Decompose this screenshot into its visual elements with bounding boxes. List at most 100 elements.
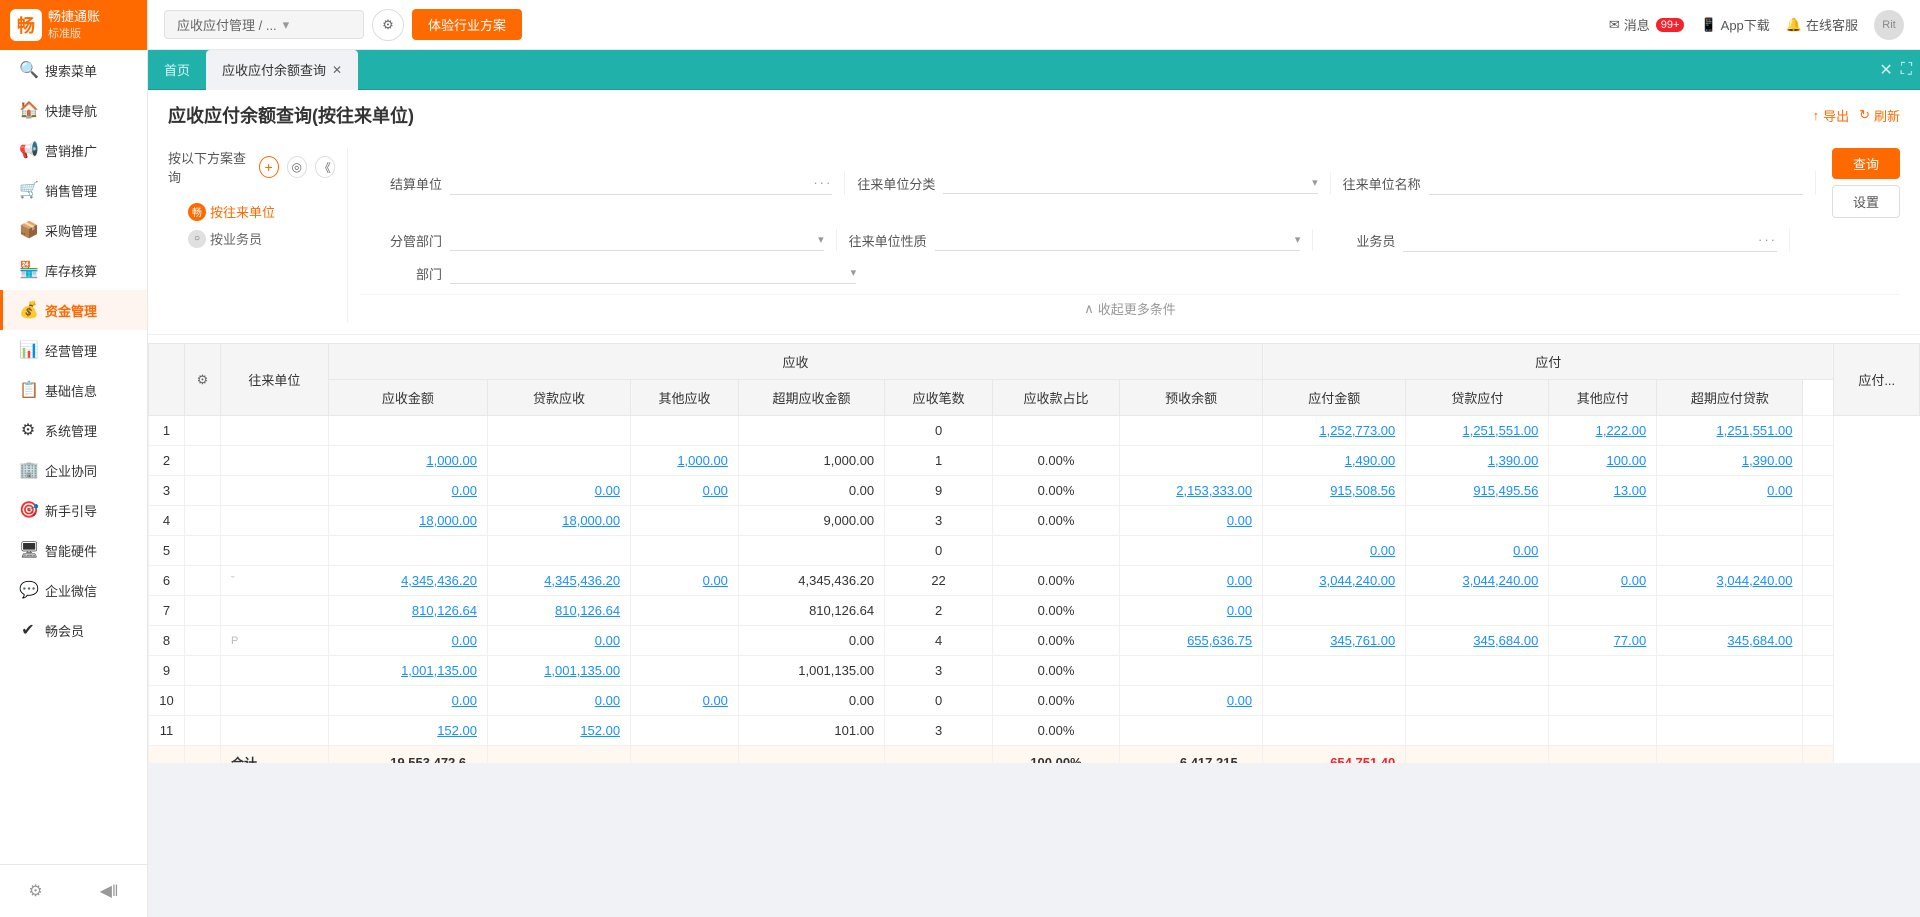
subdept-select[interactable]: ▾ bbox=[450, 262, 856, 284]
cell-receivable-amount[interactable] bbox=[328, 416, 487, 446]
cell-other-payable[interactable] bbox=[1549, 536, 1657, 566]
sidebar-bottom-collapse[interactable]: ◀‖ bbox=[90, 875, 129, 907]
collapse-more-button[interactable]: ∧ 收起更多条件 bbox=[360, 294, 1900, 322]
cell-loan-receivable[interactable]: 4,345,436.20 bbox=[487, 566, 630, 596]
cell-overdue-payable[interactable] bbox=[1657, 536, 1803, 566]
cell-other-receivable[interactable] bbox=[631, 536, 739, 566]
cell-overdue-payable[interactable]: 0.00 bbox=[1657, 476, 1803, 506]
cell-loan-payable[interactable]: 1,251,551.00 bbox=[1406, 416, 1549, 446]
sidebar-item-guide[interactable]: 🎯新手引导 bbox=[0, 490, 147, 530]
sidebar-item-quicknav[interactable]: 🏠快捷导航 bbox=[0, 90, 147, 130]
submenu-by-staff[interactable]: ○ 按业务员 bbox=[168, 225, 335, 252]
sidebar-item-sales[interactable]: 🛒销售管理 bbox=[0, 170, 147, 210]
settlement-unit-dots[interactable]: ··· bbox=[813, 175, 832, 190]
cell-other-receivable[interactable]: 0.00 bbox=[631, 686, 739, 716]
cell-overdue-payable[interactable] bbox=[1657, 596, 1803, 626]
export-button[interactable]: ↑ 导出 bbox=[1813, 106, 1850, 125]
cell-other-receivable[interactable] bbox=[631, 656, 739, 686]
cell-loan-payable[interactable]: 1,390.00 bbox=[1406, 446, 1549, 476]
cell-payable-amount[interactable] bbox=[1263, 656, 1406, 686]
setting-button[interactable]: 设置 bbox=[1832, 185, 1900, 218]
cell-other-payable[interactable] bbox=[1549, 716, 1657, 746]
sidebar-item-management[interactable]: 📊经营管理 bbox=[0, 330, 147, 370]
cell-loan-payable[interactable] bbox=[1406, 716, 1549, 746]
sidebar-item-system[interactable]: ⚙系统管理 bbox=[0, 410, 147, 450]
sidebar-item-corp[interactable]: 🏢企业协同 bbox=[0, 450, 147, 490]
cell-payable-amount[interactable]: 915,508.56 bbox=[1263, 476, 1406, 506]
cell-prepayment[interactable]: 2,153,333.00 bbox=[1120, 476, 1263, 506]
cell-prepayment[interactable] bbox=[1120, 536, 1263, 566]
cell-loan-receivable[interactable]: 0.00 bbox=[487, 686, 630, 716]
tab-maximize-icon[interactable]: ⛶ bbox=[1901, 61, 1912, 79]
cell-payable-amount[interactable]: 1,252,773.00 bbox=[1263, 416, 1406, 446]
refresh-button[interactable]: ↻ 刷新 bbox=[1859, 106, 1900, 125]
cell-other-receivable[interactable]: 1,000.00 bbox=[631, 446, 739, 476]
cell-other-payable[interactable] bbox=[1549, 686, 1657, 716]
sidebar-item-hardware[interactable]: 🖥智能硬件 bbox=[0, 530, 147, 570]
cell-prepayment[interactable] bbox=[1120, 446, 1263, 476]
cell-other-receivable[interactable] bbox=[631, 596, 739, 626]
cell-overdue-payable[interactable]: 345,684.00 bbox=[1657, 626, 1803, 656]
breadcrumb[interactable]: 应收应付管理 / ... ▾ bbox=[164, 10, 364, 39]
cell-payable-amount[interactable]: 1,490.00 bbox=[1263, 446, 1406, 476]
cell-payable-amount[interactable] bbox=[1263, 596, 1406, 626]
cell-receivable-amount[interactable]: 18,000.00 bbox=[328, 506, 487, 536]
sidebar-item-wechat[interactable]: 💬企业微信 bbox=[0, 570, 147, 610]
tab-home[interactable]: 首页 bbox=[148, 50, 206, 90]
cell-payable-amount[interactable]: 345,761.00 bbox=[1263, 626, 1406, 656]
cell-receivable-amount[interactable]: 1,001,135.00 bbox=[328, 656, 487, 686]
cell-receivable-amount[interactable]: 4,345,436.20 bbox=[328, 566, 487, 596]
cell-receivable-amount[interactable] bbox=[328, 536, 487, 566]
user-avatar[interactable]: Rit bbox=[1874, 10, 1904, 40]
cell-other-receivable[interactable]: 0.00 bbox=[631, 566, 739, 596]
cell-prepayment[interactable]: 0.00 bbox=[1120, 506, 1263, 536]
cell-payable-amount[interactable]: 3,044,240.00 bbox=[1263, 566, 1406, 596]
cell-other-payable[interactable] bbox=[1549, 506, 1657, 536]
solution-button[interactable]: 体验行业方案 bbox=[412, 9, 522, 40]
cell-payable-amount[interactable] bbox=[1263, 506, 1406, 536]
sidebar-bottom-settings[interactable]: ⚙ bbox=[18, 875, 52, 907]
online-service-button[interactable]: 🔔 在线客服 bbox=[1786, 15, 1858, 34]
cell-other-receivable[interactable] bbox=[631, 626, 739, 656]
cell-other-receivable[interactable]: 0.00 bbox=[631, 476, 739, 506]
cell-loan-receivable[interactable] bbox=[487, 446, 630, 476]
cell-payable-amount[interactable] bbox=[1263, 716, 1406, 746]
cell-prepayment[interactable]: 0.00 bbox=[1120, 596, 1263, 626]
cell-loan-payable[interactable]: 0.00 bbox=[1406, 536, 1549, 566]
cell-prepayment[interactable]: 0.00 bbox=[1120, 566, 1263, 596]
cell-prepayment[interactable]: 655,636.75 bbox=[1120, 626, 1263, 656]
unit-category-select[interactable]: ▾ bbox=[943, 172, 1317, 194]
cell-loan-receivable[interactable]: 1,001,135.00 bbox=[487, 656, 630, 686]
cell-other-payable[interactable] bbox=[1549, 656, 1657, 686]
cell-receivable-amount[interactable]: 810,126.64 bbox=[328, 596, 487, 626]
unit-nature-select[interactable]: ▾ bbox=[935, 229, 1301, 251]
salesperson-dots[interactable]: ··· bbox=[1758, 232, 1777, 247]
sidebar-item-member[interactable]: ✔畅会员 bbox=[0, 610, 147, 650]
tab-close-window-icon[interactable]: ✕ bbox=[1879, 60, 1892, 80]
cell-other-payable[interactable]: 77.00 bbox=[1549, 626, 1657, 656]
cell-prepayment[interactable] bbox=[1120, 716, 1263, 746]
cell-other-receivable[interactable] bbox=[631, 716, 739, 746]
table-settings-icon[interactable]: ⚙ bbox=[197, 372, 209, 387]
cell-other-payable[interactable] bbox=[1549, 596, 1657, 626]
tab-close-icon[interactable]: ✕ bbox=[332, 63, 342, 77]
unit-name-input[interactable] bbox=[1429, 171, 1803, 195]
dept-select[interactable]: ▾ bbox=[450, 229, 824, 251]
tab-query[interactable]: 应收应付余额查询 ✕ bbox=[206, 50, 358, 90]
cell-receivable-amount[interactable]: 1,000.00 bbox=[328, 446, 487, 476]
cell-loan-payable[interactable]: 915,495.56 bbox=[1406, 476, 1549, 506]
app-download-button[interactable]: 📱 App下载 bbox=[1700, 15, 1769, 34]
cell-payable-amount[interactable]: 0.00 bbox=[1263, 536, 1406, 566]
cell-loan-receivable[interactable]: 0.00 bbox=[487, 626, 630, 656]
filter-setting-button[interactable]: ◎ bbox=[287, 156, 307, 178]
cell-loan-receivable[interactable]: 152.00 bbox=[487, 716, 630, 746]
sidebar-item-marketing[interactable]: 📢营销推广 bbox=[0, 130, 147, 170]
sidebar-item-purchase[interactable]: 📦采购管理 bbox=[0, 210, 147, 250]
sidebar-item-search[interactable]: 🔍搜索菜单 bbox=[0, 50, 147, 90]
messages-button[interactable]: ✉ 消息 99+ bbox=[1609, 15, 1685, 34]
cell-overdue-payable[interactable] bbox=[1657, 506, 1803, 536]
cell-loan-payable[interactable] bbox=[1406, 506, 1549, 536]
cell-prepayment[interactable] bbox=[1120, 656, 1263, 686]
cell-other-payable[interactable]: 0.00 bbox=[1549, 566, 1657, 596]
cell-other-receivable[interactable] bbox=[631, 506, 739, 536]
